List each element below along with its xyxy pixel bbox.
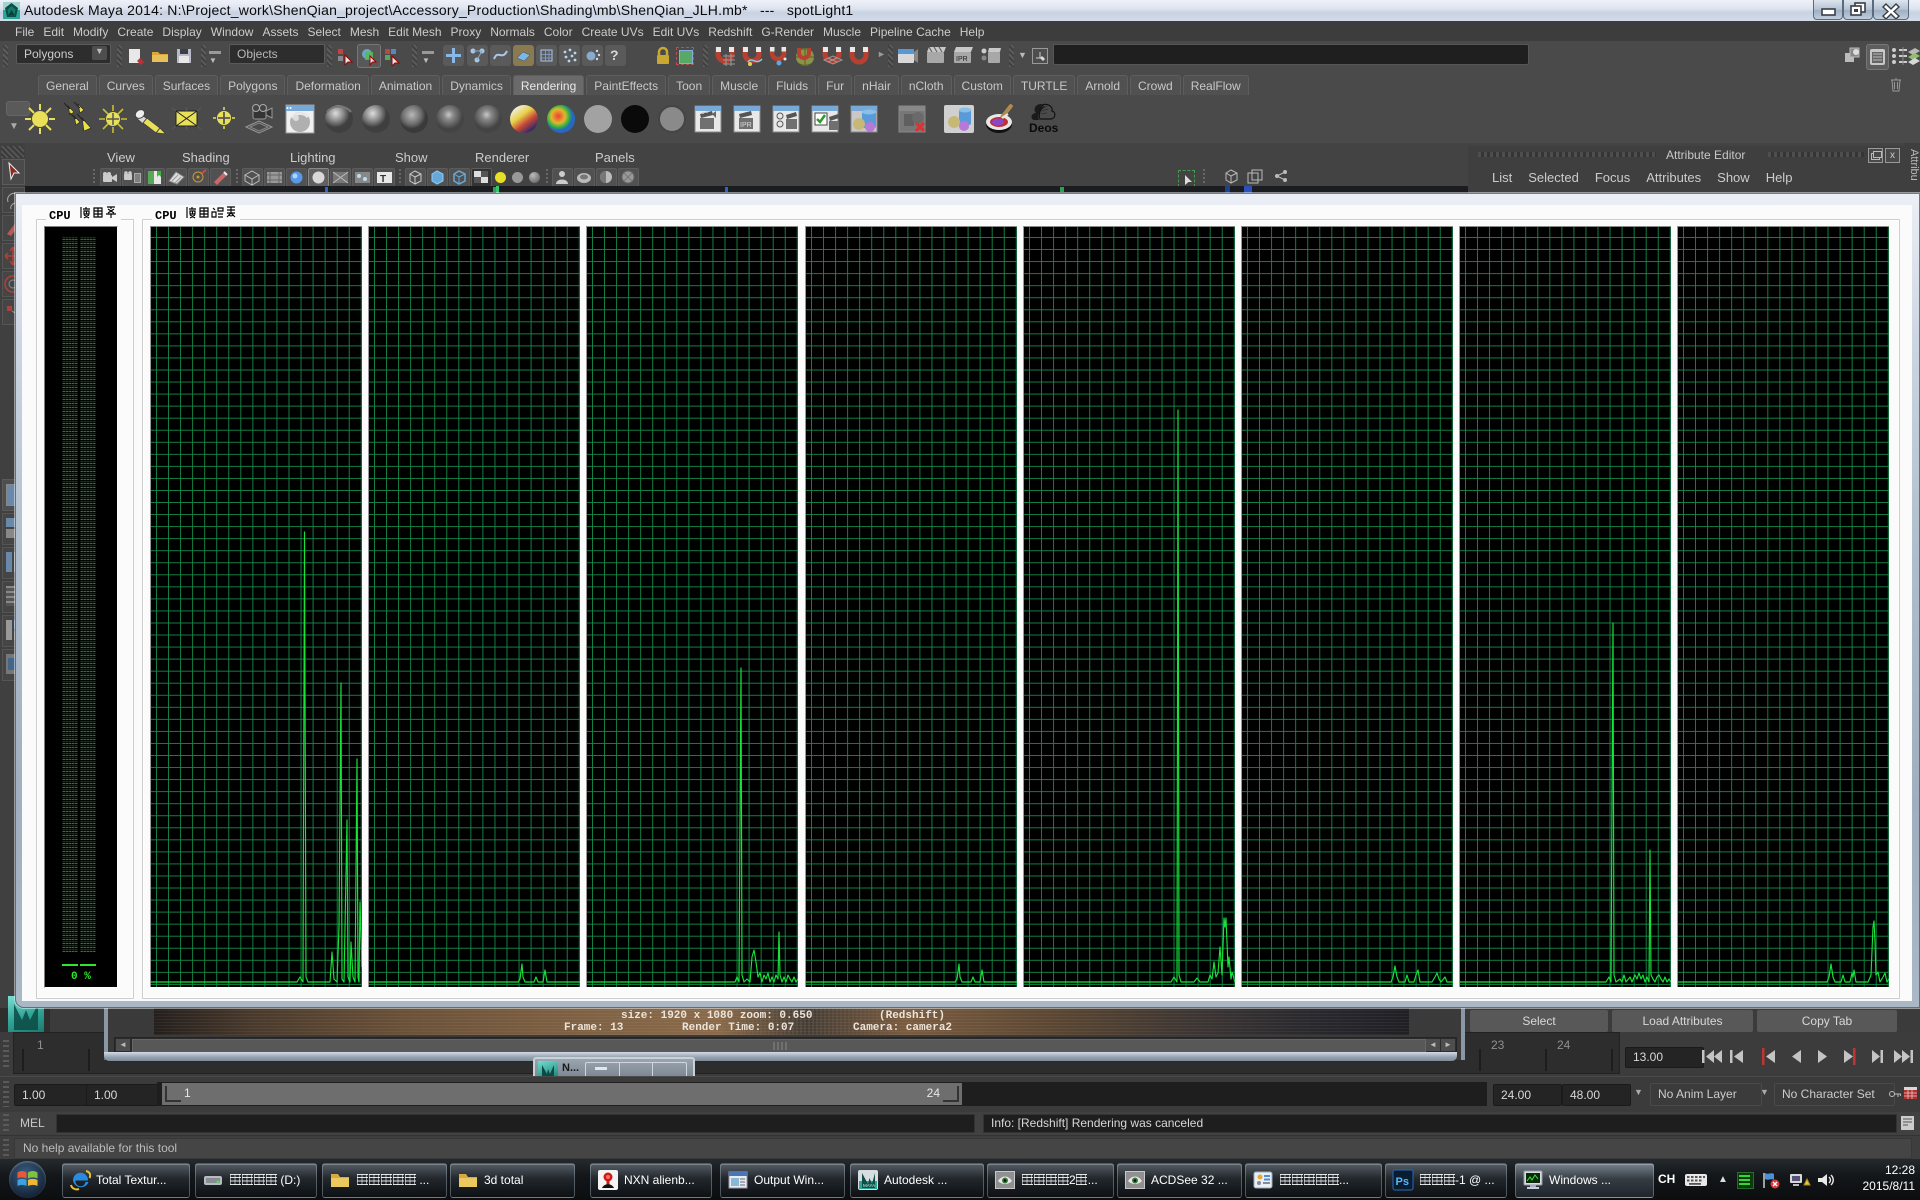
svg-text:Ps: Ps	[1396, 1176, 1409, 1188]
svg-text:IPR: IPR	[956, 56, 968, 63]
svg-text:MAYA: MAYA	[863, 1183, 875, 1188]
svg-text:IPR: IPR	[740, 122, 752, 129]
svg-text:T: T	[380, 174, 386, 185]
svg-text:Deos: Deos	[1029, 121, 1059, 135]
